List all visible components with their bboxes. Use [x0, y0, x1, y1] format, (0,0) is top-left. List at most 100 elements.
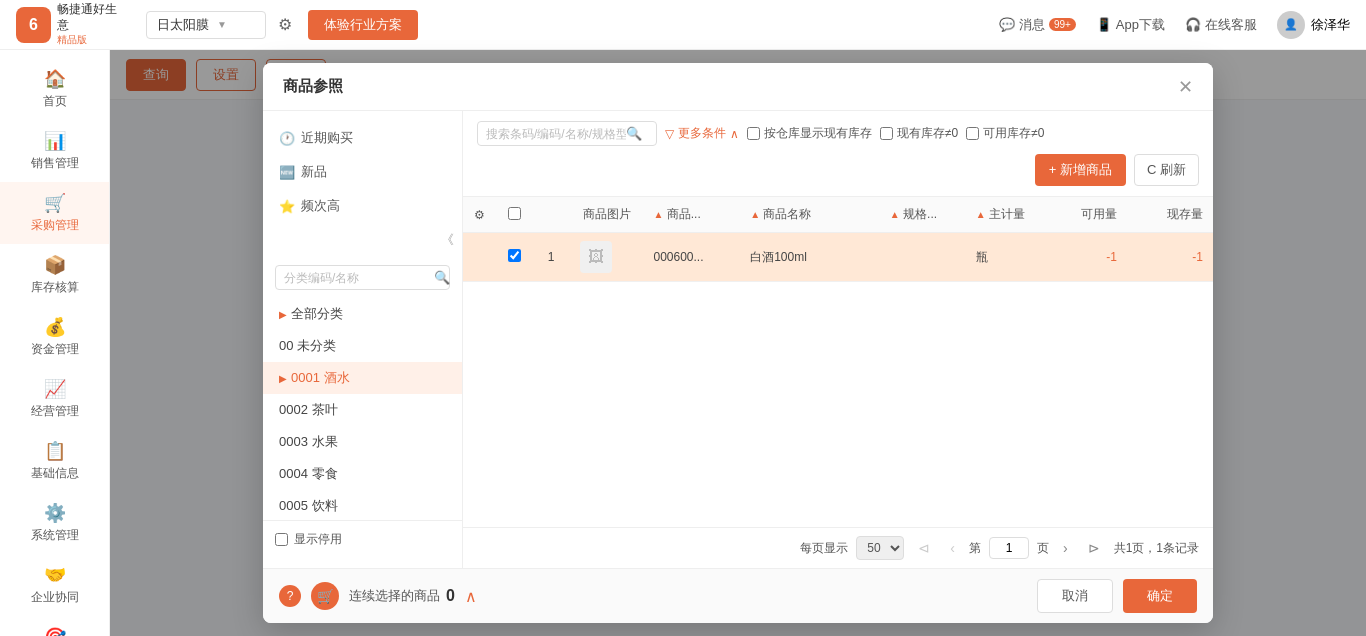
user-avatar-area[interactable]: 👤 徐泽华	[1277, 11, 1350, 39]
checkbox-avail[interactable]	[966, 127, 979, 140]
recent-purchase-item[interactable]: 🕐 近期购买	[263, 121, 462, 155]
th-avail: 可用量	[1041, 197, 1127, 233]
th-check[interactable]	[496, 197, 531, 233]
th-settings[interactable]: ⚙	[463, 197, 496, 233]
th-num	[532, 197, 571, 233]
close-icon[interactable]: ✕	[1178, 78, 1193, 96]
category-0005[interactable]: 0005 饮料	[263, 490, 462, 520]
next-page-button[interactable]: ›	[1057, 538, 1074, 558]
filter-more-button[interactable]: ▽ 更多条件 ∧	[665, 125, 739, 142]
sidebar-sales-label: 销售管理	[31, 155, 79, 172]
finance-icon: 💰	[44, 316, 66, 338]
nav-selector[interactable]: 日太阳膜 ▼	[146, 11, 266, 39]
sort-icon: ▲	[653, 209, 663, 220]
sidebar-item-guide[interactable]: 🎯 新手引导	[0, 616, 109, 636]
row-name-cell: 白酒100ml	[740, 233, 880, 282]
sort-spec-icon: ▲	[890, 209, 900, 220]
product-table-wrap: ⚙ 商品图片 ▲ 商品...	[463, 197, 1213, 527]
sidebar-item-operation[interactable]: 📈 经营管理	[0, 368, 109, 430]
help-icon[interactable]: ?	[279, 585, 301, 607]
logo-text: 畅捷通好生意	[57, 2, 126, 33]
per-page-select[interactable]: 50	[856, 536, 904, 560]
row-avail-cell: -1	[1041, 233, 1127, 282]
cancel-button[interactable]: 取消	[1037, 579, 1113, 613]
select-all-checkbox[interactable]	[508, 207, 521, 220]
main-layout: 🏠 首页 📊 销售管理 🛒 采购管理 📦 库存核算 💰 资金管理 📈 经营管理 …	[0, 50, 1366, 636]
category-search-icon[interactable]: 🔍	[434, 270, 450, 285]
selected-count-value: 0	[446, 587, 455, 605]
row-check-cell[interactable]	[496, 233, 531, 282]
sidebar-item-purchase[interactable]: 🛒 采购管理	[0, 182, 109, 244]
checkbox-stock[interactable]	[880, 127, 893, 140]
category-0001[interactable]: ▶ 0001 酒水	[263, 362, 462, 394]
app-download-nav-item[interactable]: 📱 App下载	[1096, 16, 1165, 34]
checkbox-warehouse-label[interactable]: 按仓库显示现有库存	[747, 125, 872, 142]
messages-nav-item[interactable]: 💬 消息 99+	[999, 16, 1076, 34]
last-page-button[interactable]: ⊳	[1082, 538, 1106, 558]
inventory-icon: 📦	[44, 254, 66, 276]
show-disabled-area: 显示停用	[263, 520, 462, 558]
category-0003[interactable]: 0003 水果	[263, 426, 462, 458]
th-unit[interactable]: ▲ 主计量	[966, 197, 1041, 233]
table-row[interactable]: 1 🖼 000600... 白酒100ml 瓶 -1 -1	[463, 233, 1213, 282]
online-service-nav-item[interactable]: 🎧 在线客服	[1185, 16, 1257, 34]
sidebar-item-enterprise[interactable]: 🤝 企业协同	[0, 554, 109, 616]
collapse-footer-button[interactable]: ∧	[465, 587, 477, 606]
selected-count-label: 连续选择的商品	[349, 587, 440, 605]
sidebar-item-system[interactable]: ⚙️ 系统管理	[0, 492, 109, 554]
frequent-item[interactable]: ⭐ 频次高	[263, 189, 462, 223]
table-header-row: ⚙ 商品图片 ▲ 商品...	[463, 197, 1213, 233]
category-search-box: 🔍	[275, 265, 450, 290]
first-page-button[interactable]: ⊲	[912, 538, 936, 558]
content-area: 查询 设置 刷新 商品参照 ✕ 🕐 近期购买	[110, 50, 1366, 636]
show-disabled-label[interactable]: 显示停用	[294, 531, 342, 548]
nav-right: 💬 消息 99+ 📱 App下载 🎧 在线客服 👤 徐泽华	[999, 11, 1350, 39]
row-stock-cell: -1	[1127, 233, 1213, 282]
th-code[interactable]: ▲ 商品...	[643, 197, 740, 233]
row-checkbox[interactable]	[508, 249, 521, 262]
product-search-input[interactable]	[486, 127, 626, 141]
product-thumbnail: 🖼	[580, 241, 612, 273]
recent-label: 近期购买	[301, 129, 353, 147]
modal-title: 商品参照	[283, 77, 343, 96]
footer-left: ? 🛒 连续选择的商品 0 ∧	[279, 582, 477, 610]
gear-icon[interactable]: ⚙	[278, 15, 292, 34]
confirm-button[interactable]: 确定	[1123, 579, 1197, 613]
category-0004[interactable]: 0004 零食	[263, 458, 462, 490]
category-0002[interactable]: 0002 茶叶	[263, 394, 462, 426]
th-spec[interactable]: ▲ 规格...	[880, 197, 966, 233]
logo-icon: 6	[16, 7, 51, 43]
category-all[interactable]: ▶ 全部分类	[263, 298, 462, 330]
sidebar-home-label: 首页	[43, 93, 67, 110]
page-label: 第	[969, 540, 981, 557]
category-search-input[interactable]	[284, 271, 434, 285]
product-table-body: 1 🖼 000600... 白酒100ml 瓶 -1 -1	[463, 233, 1213, 282]
sidebar-item-inventory[interactable]: 📦 库存核算	[0, 244, 109, 306]
new-product-item[interactable]: 🆕 新品	[263, 155, 462, 189]
checkbox-stock-label[interactable]: 现有库存≠0	[880, 125, 958, 142]
basic-icon: 📋	[44, 440, 66, 462]
sidebar-item-finance[interactable]: 💰 资金管理	[0, 306, 109, 368]
page-number-input[interactable]	[989, 537, 1029, 559]
show-disabled-checkbox[interactable]	[275, 533, 288, 546]
sidebar-item-basic[interactable]: 📋 基础信息	[0, 430, 109, 492]
app-download-label: App下载	[1116, 16, 1165, 34]
checkbox-warehouse[interactable]	[747, 127, 760, 140]
collapse-left-button[interactable]: 《	[263, 223, 462, 257]
category-00[interactable]: 00 未分类	[263, 330, 462, 362]
trial-button[interactable]: 体验行业方案	[308, 10, 418, 40]
th-name[interactable]: ▲ 商品名称	[740, 197, 880, 233]
prev-page-button[interactable]: ‹	[944, 538, 961, 558]
search-icon[interactable]: 🔍	[626, 126, 642, 141]
add-product-button[interactable]: + 新增商品	[1035, 154, 1126, 186]
sidebar-item-sales[interactable]: 📊 销售管理	[0, 120, 109, 182]
sidebar-item-home[interactable]: 🏠 首页	[0, 58, 109, 120]
cart-icon[interactable]: 🛒	[311, 582, 339, 610]
home-icon: 🏠	[44, 68, 66, 90]
th-code-label: 商品...	[667, 207, 701, 221]
chevron-down-icon: ▼	[217, 19, 227, 30]
sidebar-inventory-label: 库存核算	[31, 279, 79, 296]
checkbox-avail-label[interactable]: 可用库存≠0	[966, 125, 1044, 142]
refresh-button[interactable]: C 刷新	[1134, 154, 1199, 186]
messages-badge: 99+	[1049, 18, 1076, 31]
